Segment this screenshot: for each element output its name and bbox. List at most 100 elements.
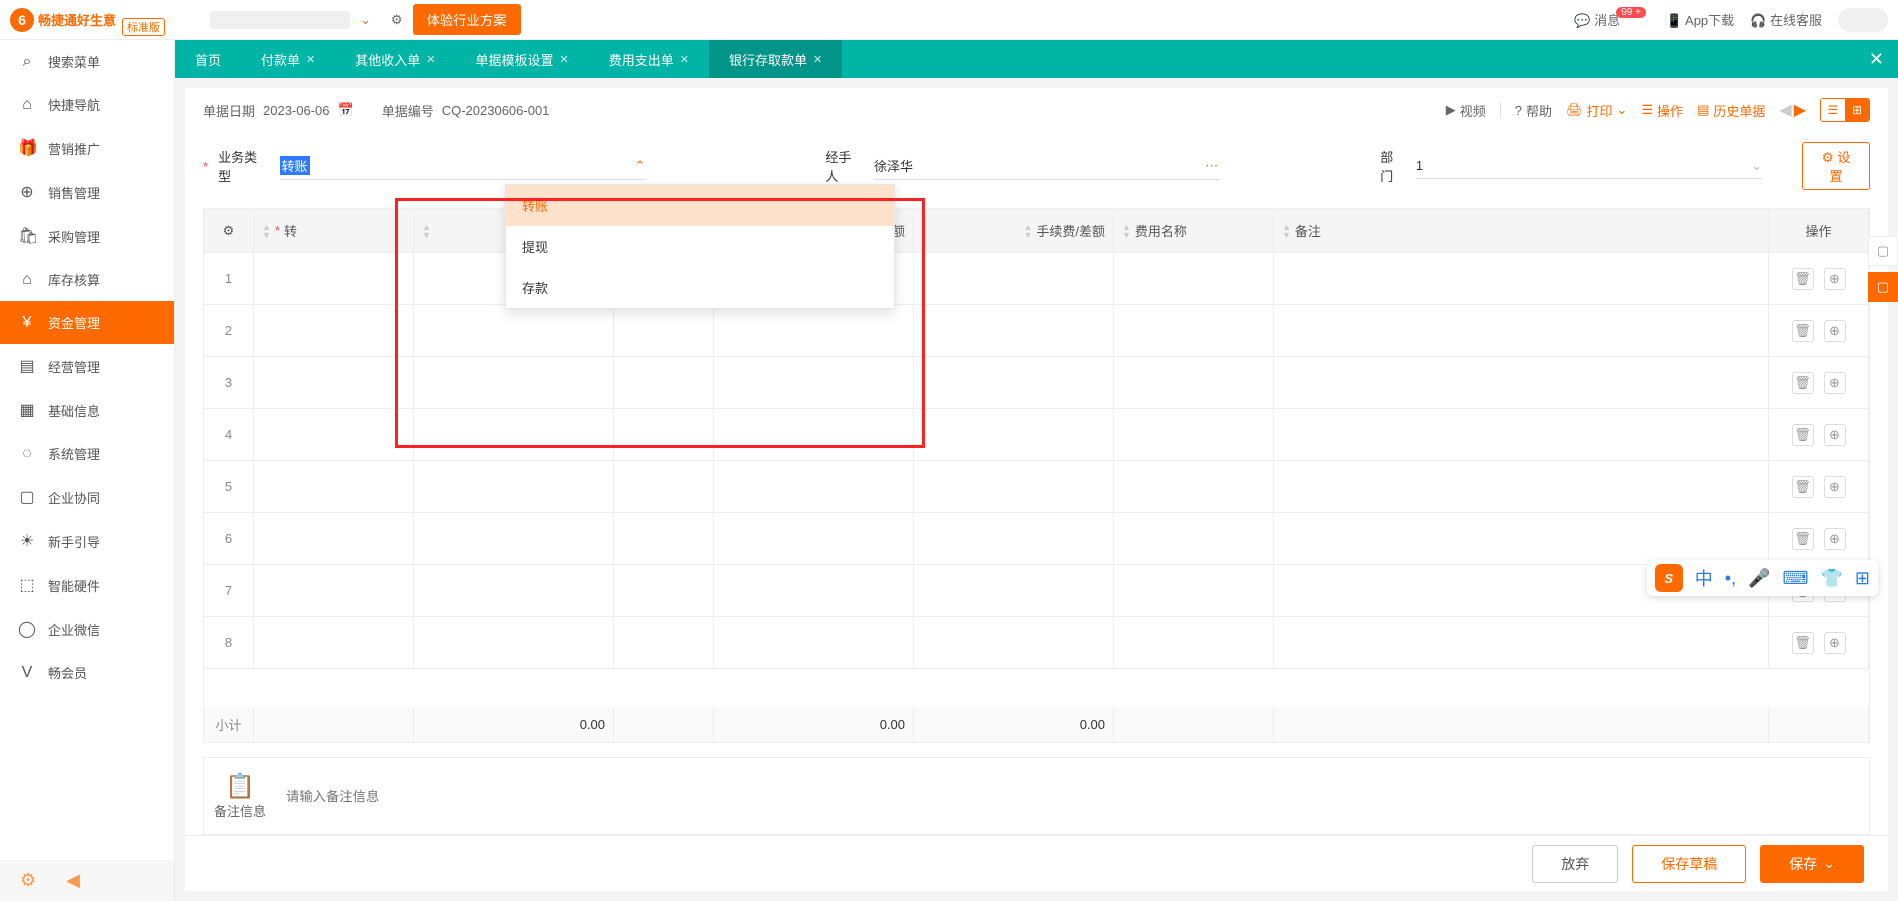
online-service-link[interactable]: 🎧 在线客服 <box>1750 10 1822 29</box>
discard-button[interactable]: 放弃 <box>1532 845 1618 883</box>
ime-skin-icon[interactable]: 👕 <box>1820 568 1842 589</box>
handler-input[interactable]: 徐泽华 ⋯ <box>874 152 1220 180</box>
sidebar-item-collab[interactable]: ▢企业协同 <box>0 475 174 519</box>
tab-otherincome[interactable]: 其他收入单✕ <box>335 40 455 78</box>
calendar-icon[interactable]: 📅 <box>338 102 354 118</box>
col-feename[interactable]: ▲▼费用名称 <box>1114 209 1274 252</box>
sidebar-item-system[interactable]: ◌系统管理 <box>0 432 174 475</box>
row-add-icon[interactable]: ⊕ <box>1824 424 1846 446</box>
col-remark2[interactable]: ▲▼备注 <box>1274 209 1769 252</box>
sidebar-item-inventory[interactable]: ⌂库存核算 <box>0 258 174 301</box>
sidebar-item-member[interactable]: V畅会员 <box>0 651 174 694</box>
sidebar-item-marketing[interactable]: 🎁营销推广 <box>0 126 174 170</box>
row-add-icon[interactable]: ⊕ <box>1824 268 1846 290</box>
sidebar-item-baseinfo[interactable]: ▦基础信息 <box>0 388 174 432</box>
ime-tool-icon[interactable]: ⊞ <box>1855 568 1870 589</box>
bustype-select[interactable]: 转账 ⌃ <box>280 152 646 180</box>
sidebar-item-wechat[interactable]: ◯企业微信 <box>0 607 174 651</box>
gear-icon[interactable]: ⚙ <box>391 12 403 28</box>
table-row[interactable]: 8🗑⊕ <box>204 617 1869 669</box>
col-gear[interactable]: ⚙ <box>204 209 254 252</box>
row-delete-icon[interactable]: 🗑 <box>1792 424 1814 446</box>
dropdown-option-deposit[interactable]: 存款 <box>506 267 894 308</box>
close-icon[interactable]: ✕ <box>426 53 435 66</box>
table-row[interactable]: 1🗑⊕ <box>204 253 1869 305</box>
tab-bankdeposit[interactable]: 银行存取款单✕ <box>709 40 842 78</box>
sidebar-item-search[interactable]: ⌕搜索菜单 <box>0 40 174 83</box>
row-delete-icon[interactable]: 🗑 <box>1792 476 1814 498</box>
row-add-icon[interactable]: ⊕ <box>1824 372 1846 394</box>
row-delete-icon[interactable]: 🗑 <box>1792 268 1814 290</box>
close-icon[interactable]: ✕ <box>813 53 822 66</box>
next-doc[interactable]: ▶ <box>1794 100 1806 120</box>
row-delete-icon[interactable]: 🗑 <box>1792 320 1814 342</box>
dropdown-option-transfer[interactable]: 转账 <box>506 185 894 226</box>
operate-button[interactable]: ☰ 操作 <box>1641 101 1683 120</box>
row-add-icon[interactable]: ⊕ <box>1824 632 1846 654</box>
ime-punct-icon[interactable]: •, <box>1725 568 1736 589</box>
sidebar-item-sales[interactable]: ⊕销售管理 <box>0 170 174 214</box>
table-row[interactable]: 7🗑⊕ <box>204 565 1869 617</box>
rail-btn-1[interactable]: ▢ <box>1868 236 1898 266</box>
doc-date-value[interactable]: 2023-06-06 <box>263 103 330 118</box>
sidebar-item-hardware[interactable]: ⬚智能硬件 <box>0 563 174 607</box>
row-delete-icon[interactable]: 🗑 <box>1792 528 1814 550</box>
home-icon: ⌂ <box>18 96 36 114</box>
messages-link[interactable]: 💬 消息99 + <box>1574 10 1650 29</box>
col-out[interactable]: ▲▼*转 <box>254 209 414 252</box>
sidebar-item-purchase[interactable]: 🛍采购管理 <box>0 214 174 258</box>
table-row[interactable]: 3🗑⊕ <box>204 357 1869 409</box>
print-button[interactable]: 🖨 打印 ⌄ <box>1566 101 1627 120</box>
tab-expense[interactable]: 费用支出单✕ <box>589 40 709 78</box>
sidebar-item-quicknav[interactable]: ⌂快捷导航 <box>0 83 174 126</box>
save-button[interactable]: 保存 ⌄ <box>1760 845 1864 883</box>
main: 首页 付款单✕ 其他收入单✕ 单据模板设置✕ 费用支出单✕ 银行存取款单✕ ✕ … <box>175 40 1898 901</box>
ime-mic-icon[interactable]: 🎤 <box>1748 568 1770 589</box>
sidebar-settings-icon[interactable]: ⚙ <box>20 870 36 891</box>
close-icon[interactable]: ✕ <box>680 53 689 66</box>
row-add-icon[interactable]: ⊕ <box>1824 528 1846 550</box>
dropdown-option-withdraw[interactable]: 提现 <box>506 226 894 267</box>
tab-payment[interactable]: 付款单✕ <box>241 40 335 78</box>
close-icon[interactable]: ✕ <box>560 53 569 66</box>
app-download-link[interactable]: 📱 App下载 <box>1666 10 1734 29</box>
row-delete-icon[interactable]: 🗑 <box>1792 372 1814 394</box>
prev-doc[interactable]: ◀ <box>1779 100 1791 120</box>
row-add-icon[interactable]: ⊕ <box>1824 476 1846 498</box>
more-icon[interactable]: ⋯ <box>1205 158 1220 174</box>
tab-home[interactable]: 首页 <box>175 40 241 78</box>
ime-lang[interactable]: 中 <box>1695 565 1713 591</box>
table-row[interactable]: 4🗑⊕ <box>204 409 1869 461</box>
org-caret-icon[interactable]: ⌄ <box>360 12 371 28</box>
history-button[interactable]: ▤ 历史单据 <box>1697 101 1765 120</box>
ime-bar[interactable]: S 中 •, 🎤 ⌨ 👕 ⊞ <box>1647 560 1878 596</box>
row-delete-icon[interactable]: 🗑 <box>1792 632 1814 654</box>
table-row[interactable]: 6🗑⊕ <box>204 513 1869 565</box>
view-toggle[interactable]: ☰⊞ <box>1820 98 1870 122</box>
warehouse-icon: ⌂ <box>18 271 36 289</box>
guide-icon: ☀ <box>18 531 36 551</box>
video-link[interactable]: ▶ 视频 <box>1446 101 1486 120</box>
dept-select[interactable]: 1 ⌄ <box>1416 154 1762 179</box>
draft-button[interactable]: 保存草稿 <box>1632 845 1746 883</box>
close-icon[interactable]: ✕ <box>306 53 315 66</box>
help-link[interactable]: ? 帮助 <box>1515 101 1552 120</box>
sidebar-item-business[interactable]: ▤经营管理 <box>0 344 174 388</box>
money-icon: ¥ <box>18 314 36 332</box>
ime-keyboard-icon[interactable]: ⌨ <box>1783 568 1809 589</box>
rail-btn-2[interactable]: ▢ <box>1868 272 1898 302</box>
avatar[interactable] <box>1838 8 1888 32</box>
close-all-tabs[interactable]: ✕ <box>1855 49 1898 70</box>
trial-button[interactable]: 体验行业方案 <box>413 4 521 35</box>
table-row[interactable]: 5🗑⊕ <box>204 461 1869 513</box>
tab-template[interactable]: 单据模板设置✕ <box>455 40 588 78</box>
row-add-icon[interactable]: ⊕ <box>1824 320 1846 342</box>
col-fee[interactable]: ▲▼手续费/差额 <box>914 209 1114 252</box>
table-row[interactable]: 2🗑⊕ <box>204 305 1869 357</box>
settings-button[interactable]: ⚙ 设置 <box>1802 142 1870 190</box>
remark-input[interactable] <box>276 779 1869 814</box>
doc-no-label: 单据编号 <box>382 101 434 120</box>
sidebar-item-finance[interactable]: ¥资金管理 <box>0 301 174 344</box>
sidebar-item-guide[interactable]: ☀新手引导 <box>0 519 174 563</box>
sidebar-collapse-icon[interactable]: ◀ <box>66 870 80 891</box>
